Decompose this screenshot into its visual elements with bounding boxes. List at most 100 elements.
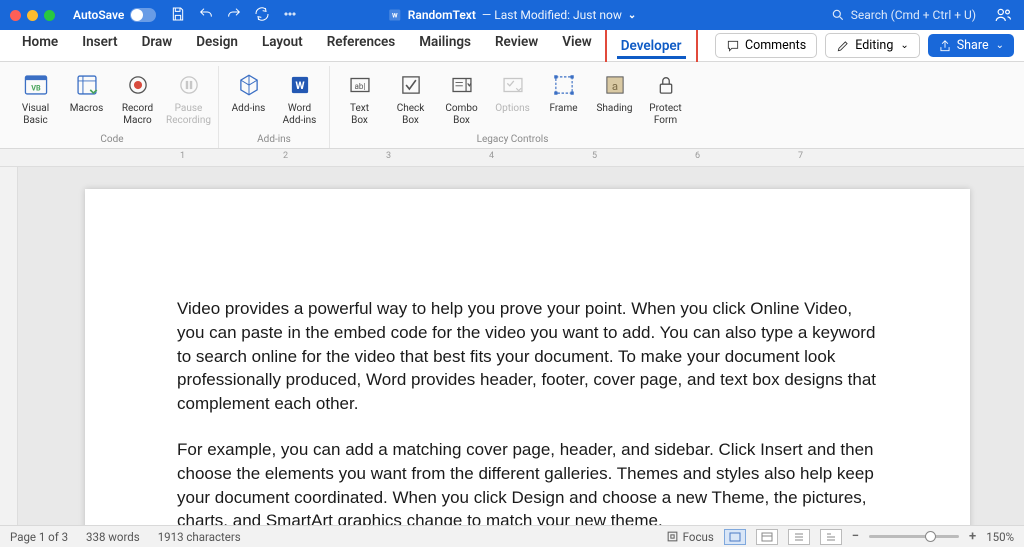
svg-text:W: W (295, 79, 305, 92)
ribbon-record-macro-button[interactable]: RecordMacro (114, 66, 161, 130)
comments-button[interactable]: Comments (715, 33, 817, 58)
close-window-button[interactable] (10, 10, 21, 21)
svg-text:ab|: ab| (354, 81, 365, 91)
record-icon (125, 70, 151, 100)
ribbon-check-box-button[interactable]: CheckBox (387, 66, 434, 130)
search-field[interactable]: Search (Cmd + Ctrl + U) (831, 8, 976, 22)
ribbon-text-box-button[interactable]: ab|TextBox (336, 66, 383, 130)
outline-view-button[interactable] (788, 529, 810, 545)
ribbon-item-label: RecordMacro (122, 103, 153, 126)
char-count[interactable]: 1913 characters (158, 530, 241, 544)
autosave-switch-icon[interactable] (130, 8, 156, 22)
draft-view-button[interactable] (820, 529, 842, 545)
share-label: Share (957, 38, 989, 53)
ruler-number: 1 (180, 151, 185, 161)
page-indicator[interactable]: Page 1 of 3 (10, 530, 68, 544)
svg-text:a: a (611, 79, 617, 93)
wordaddin-icon: W (287, 70, 313, 100)
ribbon-shading-button[interactable]: a Shading (591, 66, 638, 130)
tab-draw[interactable]: Draw (130, 28, 185, 64)
tab-developer-highlight: Developer (605, 28, 698, 64)
ribbon-macros-button[interactable]: Macros (63, 66, 110, 130)
tab-references[interactable]: References (315, 28, 408, 64)
ribbon-visual-basic-button[interactable]: VBVisualBasic (12, 66, 59, 130)
tab-mailings[interactable]: Mailings (407, 28, 483, 64)
tab-design[interactable]: Design (184, 28, 250, 64)
share-button[interactable]: Share ⌄ (928, 34, 1014, 57)
macros-icon (74, 70, 100, 100)
ribbon-item-label: Options (495, 103, 530, 115)
ribbon-item-label: PauseRecording (166, 103, 211, 126)
focus-icon (666, 530, 679, 543)
paragraph[interactable]: For example, you can add a matching cove… (177, 438, 878, 525)
tab-home[interactable]: Home (10, 28, 70, 64)
tab-insert[interactable]: Insert (70, 28, 129, 64)
web-layout-view-button[interactable] (756, 529, 778, 545)
minimize-window-button[interactable] (27, 10, 38, 21)
quick-access-toolbar (170, 6, 298, 25)
chevron-down-icon: ⌄ (996, 40, 1004, 51)
addins-icon (236, 70, 262, 100)
window-controls (0, 10, 55, 21)
horizontal-ruler[interactable]: 1234567 (0, 149, 1024, 167)
focus-mode-button[interactable]: Focus (666, 530, 714, 544)
vertical-ruler[interactable] (0, 167, 18, 525)
ruler-number: 7 (798, 151, 803, 161)
ribbon-panel: VBVisualBasicMacros RecordMacro PauseRecor… (0, 62, 1024, 149)
ribbon-item-label: WordAdd-ins (283, 103, 317, 126)
ribbon-word-add-ins-button[interactable]: W WordAdd-ins (276, 66, 323, 130)
zoom-slider[interactable] (869, 535, 959, 538)
save-icon[interactable] (170, 6, 186, 25)
comment-icon (726, 39, 740, 53)
search-placeholder: Search (Cmd + Ctrl + U) (851, 8, 976, 22)
tab-review[interactable]: Review (483, 28, 550, 64)
protect-icon (653, 70, 679, 100)
print-layout-view-button[interactable] (724, 529, 746, 545)
svg-text:VB: VB (31, 84, 41, 93)
paragraph[interactable]: Video provides a powerful way to help yo… (177, 297, 878, 416)
ribbon-combo-box-button[interactable]: ComboBox (438, 66, 485, 130)
ruler-number: 2 (283, 151, 288, 161)
undo-icon[interactable] (198, 6, 214, 25)
tab-developer[interactable]: Developer (609, 32, 694, 60)
title-bar: AutoSave W RandomText — Last Modified: J… (0, 0, 1024, 30)
ribbon-group-label: Code (100, 130, 123, 148)
svg-text:W: W (392, 11, 398, 19)
ribbon-item-label: Frame (549, 103, 577, 115)
zoom-out-button[interactable]: − (852, 529, 859, 544)
ribbon-group-add-ins: Add-insWWordAdd-insAdd-ins (219, 66, 330, 148)
sync-icon[interactable] (254, 6, 270, 25)
document-area: Video provides a powerful way to help yo… (0, 167, 1024, 525)
textbox-icon: ab| (347, 70, 373, 100)
ribbon-item-label: ComboBox (445, 103, 477, 126)
shading-icon: a (602, 70, 628, 100)
combobox-icon (449, 70, 475, 100)
ribbon-item-label: Add-ins (232, 103, 266, 115)
tab-view[interactable]: View (550, 28, 604, 64)
redo-icon[interactable] (226, 6, 242, 25)
pause-icon (176, 70, 202, 100)
ribbon-item-label: CheckBox (397, 103, 425, 126)
document-name: RandomText (408, 8, 476, 22)
page[interactable]: Video provides a powerful way to help yo… (85, 189, 970, 525)
ribbon-item-label: Shading (596, 103, 632, 115)
zoom-in-button[interactable]: + (969, 529, 976, 544)
vb-icon: VB (23, 70, 49, 100)
comments-label: Comments (745, 38, 806, 53)
word-count[interactable]: 338 words (86, 530, 140, 544)
autosave-control[interactable]: AutoSave (73, 8, 156, 22)
pencil-icon (836, 39, 850, 53)
ribbon-frame-button[interactable]: Frame (540, 66, 587, 130)
checkbox-icon (398, 70, 424, 100)
word-doc-icon: W (388, 8, 402, 22)
editing-label: Editing (855, 38, 893, 53)
zoom-level[interactable]: 150% (986, 530, 1014, 544)
tab-layout[interactable]: Layout (250, 28, 315, 64)
document-title[interactable]: W RandomText — Last Modified: Just now ⌄ (388, 8, 636, 22)
ribbon-protect-form-button[interactable]: ProtectForm (642, 66, 689, 130)
maximize-window-button[interactable] (44, 10, 55, 21)
editing-mode-button[interactable]: Editing ⌄ (825, 33, 920, 58)
more-icon[interactable] (282, 6, 298, 25)
ribbon-add-ins-button[interactable]: Add-ins (225, 66, 272, 130)
account-icon[interactable] (994, 6, 1012, 24)
